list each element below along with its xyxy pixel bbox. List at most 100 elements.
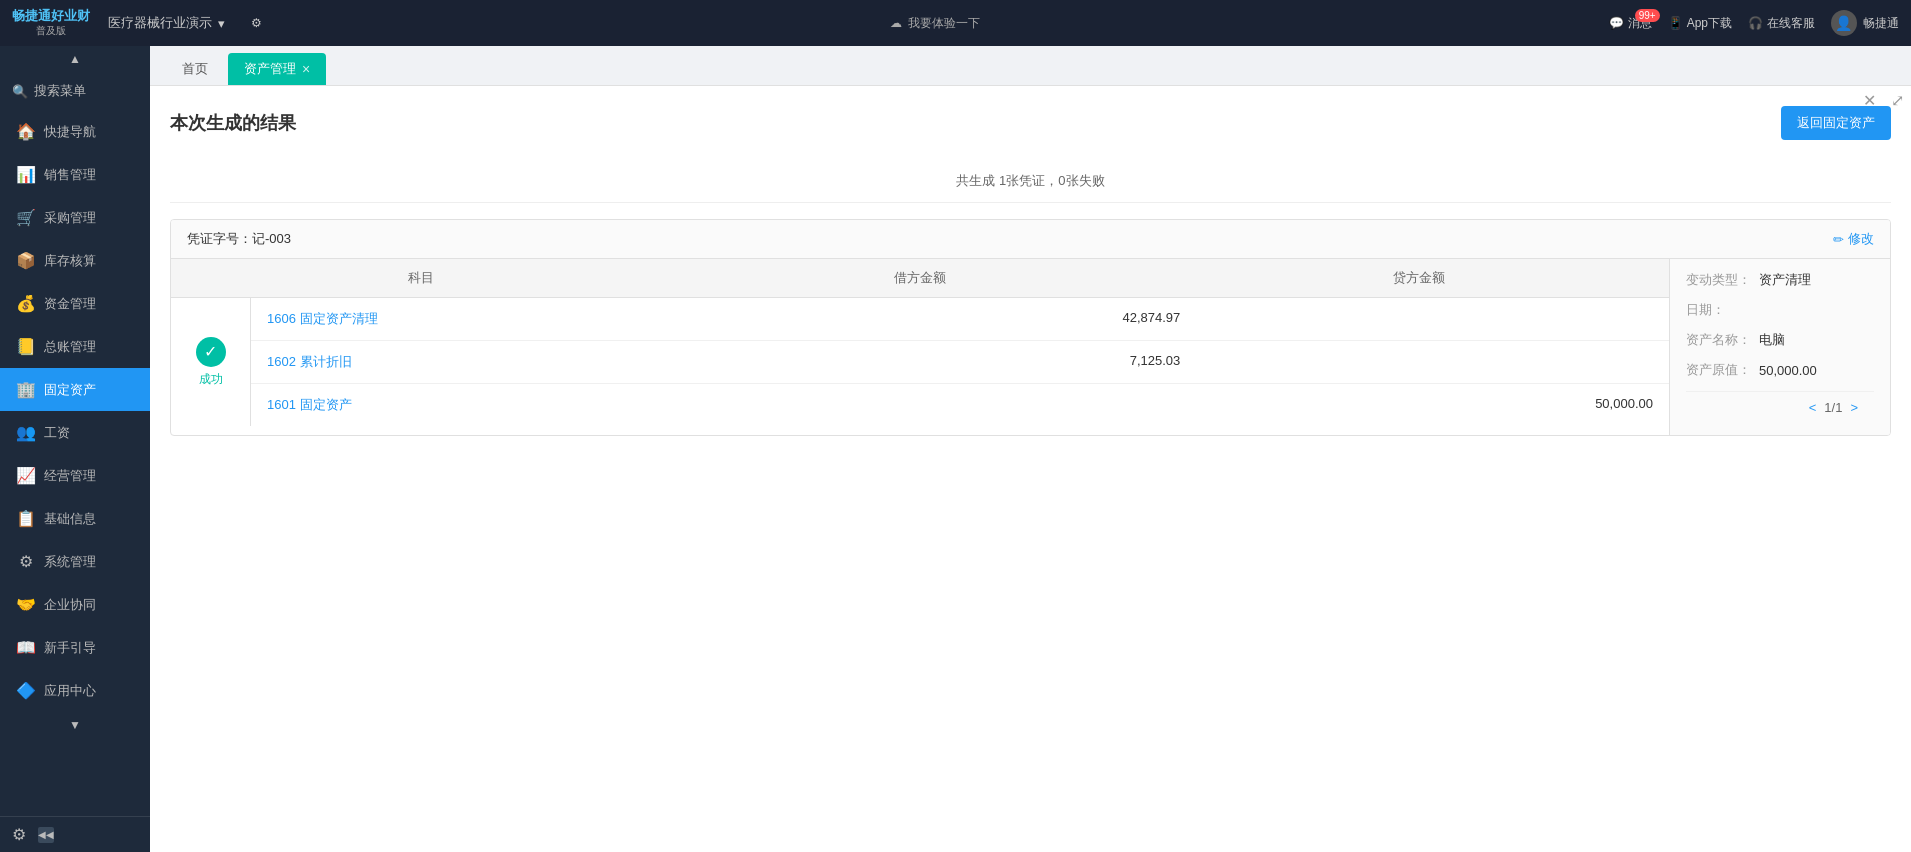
company-selector[interactable]: 医疗器械行业演示 ▾ bbox=[100, 10, 233, 36]
scroll-up-arrow[interactable]: ▲ bbox=[0, 50, 150, 68]
sidebar-label-funds: 资金管理 bbox=[44, 295, 96, 313]
growth-icon: 📈 bbox=[16, 466, 36, 485]
cart-icon: 🛒 bbox=[16, 208, 36, 227]
detail-asset-value: 资产原值： 50,000.00 bbox=[1686, 361, 1874, 379]
row3-subject[interactable]: 1601 固定资产 bbox=[251, 384, 724, 426]
sidebar-item-app-center[interactable]: 🔷 应用中心 bbox=[0, 669, 150, 712]
app-download-btn[interactable]: 📱 App下载 bbox=[1668, 15, 1732, 32]
sidebar-label-business: 经营管理 bbox=[44, 467, 96, 485]
next-btn[interactable]: > bbox=[1850, 400, 1858, 415]
table-row: 1602 累计折旧 7,125.03 bbox=[251, 341, 1669, 384]
page-header: 本次生成的结果 返回固定资产 bbox=[170, 106, 1891, 140]
sidebar-item-sales[interactable]: 📊 销售管理 bbox=[0, 153, 150, 196]
sidebar-search[interactable]: 🔍 搜索菜单 bbox=[0, 72, 150, 110]
asset-value-label: 资产原值： bbox=[1686, 361, 1751, 379]
sidebar-item-funds[interactable]: 💰 资金管理 bbox=[0, 282, 150, 325]
sidebar-item-system[interactable]: ⚙ 系统管理 bbox=[0, 540, 150, 583]
detail-asset-name: 资产名称： 电脑 bbox=[1686, 331, 1874, 349]
tab-close-icon[interactable]: × bbox=[302, 61, 310, 77]
tab-home-label: 首页 bbox=[182, 61, 208, 76]
gear-icon: ⚙ bbox=[251, 16, 262, 30]
headset-icon: 🎧 bbox=[1748, 16, 1763, 30]
detail-panel: 变动类型： 资产清理 日期： 资产名称： 电脑 资产原值： bbox=[1670, 259, 1890, 435]
row3-credit: 50,000.00 bbox=[1196, 384, 1669, 426]
date-label: 日期： bbox=[1686, 301, 1725, 319]
search-icon: 🔍 bbox=[12, 84, 28, 99]
success-text: 成功 bbox=[199, 371, 223, 388]
row1-debit: 42,874.97 bbox=[724, 298, 1197, 340]
change-type-label: 变动类型： bbox=[1686, 271, 1751, 289]
voucher-body: 科目 借方金额 贷方金额 ✓ 成功 bbox=[171, 259, 1890, 435]
app-download-label: App下载 bbox=[1687, 15, 1732, 32]
sidebar-item-newbie[interactable]: 📖 新手引导 bbox=[0, 626, 150, 669]
sidebar-label-payroll: 工资 bbox=[44, 424, 70, 442]
sidebar-label-app-center: 应用中心 bbox=[44, 682, 96, 700]
voucher-table-area: 科目 借方金额 贷方金额 ✓ 成功 bbox=[171, 259, 1670, 435]
message-btn[interactable]: 💬 消息 99+ bbox=[1609, 15, 1652, 32]
settings-btn[interactable]: ⚙ bbox=[251, 16, 262, 30]
sidebar-label-purchase: 采购管理 bbox=[44, 209, 96, 227]
sidebar-item-enterprise[interactable]: 🤝 企业协同 bbox=[0, 583, 150, 626]
sidebar-label-newbie: 新手引导 bbox=[44, 639, 96, 657]
avatar: 👤 bbox=[1831, 10, 1857, 36]
success-checkmark: ✓ bbox=[196, 337, 226, 367]
row1-subject[interactable]: 1606 固定资产清理 bbox=[251, 298, 724, 340]
summary-bar: 共生成 1张凭证，0张失败 bbox=[170, 160, 1891, 203]
settings-bottom-icon[interactable]: ⚙ bbox=[12, 825, 26, 844]
expand-panel-btn[interactable]: ⤢ bbox=[1883, 86, 1911, 114]
pagination: < 1/1 > bbox=[1686, 391, 1874, 423]
tab-asset-mgmt[interactable]: 资产管理 × bbox=[228, 53, 326, 85]
row2-subject[interactable]: 1602 累计折旧 bbox=[251, 341, 724, 383]
logo-title: 畅捷通好业财 bbox=[12, 8, 90, 24]
main-layout: ▲ 🔍 搜索菜单 🏠 快捷导航 📊 销售管理 🛒 采购管理 📦 库存核算 💰 资… bbox=[0, 46, 1911, 852]
sidebar-label-inventory: 库存核算 bbox=[44, 252, 96, 270]
sidebar-label-quick-nav: 快捷导航 bbox=[44, 123, 96, 141]
sidebar-item-basic-info[interactable]: 📋 基础信息 bbox=[0, 497, 150, 540]
sidebar-item-general-ledger[interactable]: 📒 总账管理 bbox=[0, 325, 150, 368]
header-right: 💬 消息 99+ 📱 App下载 🎧 在线客服 👤 畅捷通 bbox=[1609, 10, 1899, 36]
sidebar-label-enterprise: 企业协同 bbox=[44, 596, 96, 614]
row3-debit bbox=[724, 384, 1197, 426]
sidebar-item-fixed-assets[interactable]: 🏢 固定资产 bbox=[0, 368, 150, 411]
asset-name-value: 电脑 bbox=[1759, 331, 1785, 349]
expand-icon: ⤢ bbox=[1891, 91, 1904, 110]
sidebar-item-quick-nav[interactable]: 🏠 快捷导航 bbox=[0, 110, 150, 153]
sidebar-item-business[interactable]: 📈 经营管理 bbox=[0, 454, 150, 497]
sidebar-item-purchase[interactable]: 🛒 采购管理 bbox=[0, 196, 150, 239]
close-panel-btn[interactable]: ✕ bbox=[1855, 86, 1883, 114]
user-area[interactable]: 👤 畅捷通 bbox=[1831, 10, 1899, 36]
header-credit: 贷方金额 bbox=[1170, 259, 1669, 297]
row1-credit bbox=[1196, 298, 1669, 340]
sidebar-item-inventory[interactable]: 📦 库存核算 bbox=[0, 239, 150, 282]
scroll-down-arrow[interactable]: ▼ bbox=[0, 716, 150, 734]
window-controls: ✕ ⤢ bbox=[1855, 86, 1911, 114]
table-header: 科目 借方金额 贷方金额 bbox=[171, 259, 1669, 298]
ledger-icon: 📒 bbox=[16, 337, 36, 356]
header-debit: 借方金额 bbox=[670, 259, 1169, 297]
company-name: 医疗器械行业演示 bbox=[108, 14, 212, 32]
sidebar-item-payroll[interactable]: 👥 工资 bbox=[0, 411, 150, 454]
prev-btn[interactable]: < bbox=[1809, 400, 1817, 415]
sidebar-label-general-ledger: 总账管理 bbox=[44, 338, 96, 356]
row2-credit bbox=[1196, 341, 1669, 383]
collapse-btn[interactable]: ◀◀ bbox=[38, 827, 54, 843]
voucher-header: 凭证字号：记-003 ✏ 修改 bbox=[171, 220, 1890, 259]
sidebar-label-sales: 销售管理 bbox=[44, 166, 96, 184]
header-left: 畅捷通好业财 普及版 医疗器械行业演示 ▾ ⚙ bbox=[12, 8, 262, 38]
experience-label[interactable]: 我要体验一下 bbox=[908, 15, 980, 32]
edit-btn[interactable]: ✏ 修改 bbox=[1833, 230, 1874, 248]
search-label: 搜索菜单 bbox=[34, 82, 86, 100]
box-icon: 📦 bbox=[16, 251, 36, 270]
experience-area: ☁ 我要体验一下 bbox=[890, 15, 980, 32]
edit-btn-label: 修改 bbox=[1848, 230, 1874, 248]
sidebar-scroll-down: ▼ bbox=[0, 712, 150, 738]
sidebar-scroll-up: ▲ bbox=[0, 46, 150, 72]
tab-home[interactable]: 首页 bbox=[166, 53, 224, 85]
table-row: 1601 固定资产 50,000.00 bbox=[251, 384, 1669, 426]
summary-text: 共生成 1张凭证，0张失败 bbox=[956, 173, 1104, 188]
username: 畅捷通 bbox=[1863, 15, 1899, 32]
customer-service-btn[interactable]: 🎧 在线客服 bbox=[1748, 15, 1815, 32]
chevron-down-icon: ▾ bbox=[218, 16, 225, 31]
close-icon: ✕ bbox=[1863, 91, 1876, 110]
logo-area: 畅捷通好业财 普及版 bbox=[12, 8, 90, 38]
